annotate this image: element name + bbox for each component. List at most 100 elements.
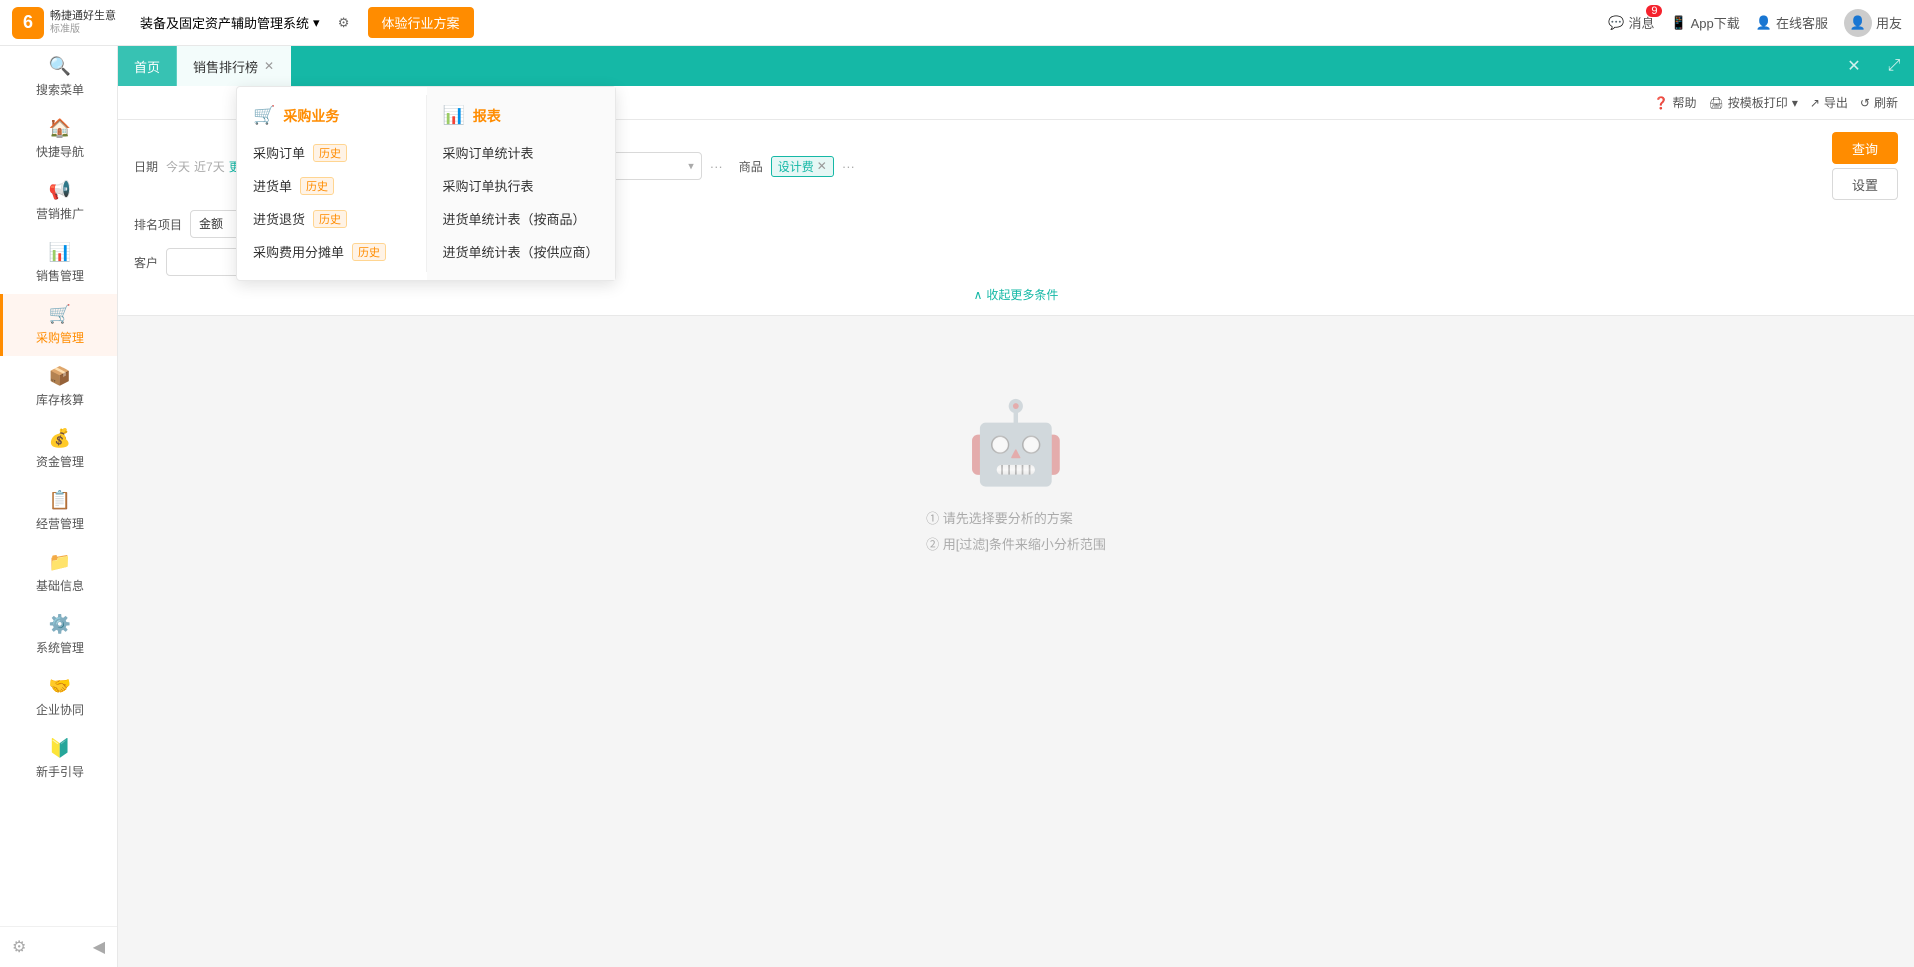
report-col-title: 报表 — [473, 106, 501, 126]
sidebar-item-operations[interactable]: 📋 经营管理 — [0, 480, 117, 542]
sidebar-item-inventory[interactable]: 📦 库存核算 — [0, 356, 117, 418]
user-label: 用友 — [1876, 13, 1902, 32]
search-icon: 🔍 — [49, 56, 71, 77]
phone-icon: 📱 — [1670, 15, 1686, 31]
tab-close-icon[interactable]: ✕ — [264, 59, 274, 73]
purchase-col-title: 采购业务 — [283, 106, 339, 126]
empty-hint: ① 请先选择要分析的方案 ② 用[过滤]条件来缩小分析范围 — [926, 506, 1106, 558]
message-badge: 9 — [1646, 5, 1662, 17]
footer-settings-icon[interactable]: ⚙ — [12, 937, 26, 957]
collapse-btn[interactable]: ∧ 收起更多条件 — [974, 286, 1059, 303]
app-download-btn[interactable]: 📱 App下载 — [1670, 13, 1739, 32]
sidebar-label-quick-nav: 快捷导航 — [36, 143, 84, 160]
guide-icon: 🔰 — [49, 738, 71, 759]
marketing-icon: 📢 — [49, 180, 71, 201]
content-area: 首页 销售排行榜 ✕ ✕ ⤢ 🛒 采购业务 — [118, 46, 1914, 967]
dropdown-item-label: 采购订单统计表 — [443, 143, 534, 162]
system-title-dropdown[interactable]: 装备及固定资产辅助管理系统 ▾ — [140, 13, 320, 32]
sidebar-item-search[interactable]: 🔍 搜索菜单 — [0, 46, 117, 108]
system-title: 装备及固定资产辅助管理系统 — [140, 13, 309, 32]
logo-area: 6 畅捷通好生意 标准版 — [12, 7, 130, 39]
service-icon: 👤 — [1756, 15, 1772, 31]
empty-illustration: 🤖 — [966, 396, 1066, 490]
industry-btn[interactable]: 体验行业方案 — [368, 7, 474, 38]
sidebar-item-system[interactable]: ⚙️ 系统管理 — [0, 604, 117, 666]
dropdown-item-incoming[interactable]: 进货单 历史 — [237, 169, 426, 202]
help-label: 帮助 — [1673, 94, 1697, 111]
history-badge: 历史 — [313, 144, 347, 162]
system-icon: ⚙️ — [49, 614, 71, 635]
dropdown-item-label: 进货退货 — [253, 209, 305, 228]
empty-hint-1: 请先选择要分析的方案 — [943, 511, 1073, 526]
logo-text: 畅捷通好生意 标准版 — [50, 9, 116, 36]
report-col-header: 📊 报表 — [427, 99, 616, 136]
dropdown-item-purchase-order[interactable]: 采购订单 历史 — [237, 136, 426, 169]
tab-close-btn[interactable]: ✕ — [1834, 46, 1874, 86]
tab-expand-btn[interactable]: ⤢ — [1874, 46, 1914, 86]
sidebar-item-quick-nav[interactable]: 🏠 快捷导航 — [0, 108, 117, 170]
dropdown-item-return[interactable]: 进货退货 历史 — [237, 202, 426, 235]
sidebar-label-operations: 经营管理 — [36, 515, 84, 532]
settings-gear-icon[interactable]: ⚙ — [330, 9, 358, 37]
sidebar-item-enterprise[interactable]: 🤝 企业协同 — [0, 666, 117, 728]
sidebar-label-purchase: 采购管理 — [36, 329, 84, 346]
sidebar-item-capital[interactable]: 💰 资金管理 — [0, 418, 117, 480]
dropdown-item-po-stats[interactable]: 采购订单统计表 — [427, 136, 616, 169]
refresh-btn[interactable]: ↺ 刷新 — [1860, 94, 1898, 111]
tab-sales-rank[interactable]: 销售排行榜 ✕ — [177, 46, 291, 86]
print-dropdown-icon: ▾ — [1792, 96, 1798, 110]
sidebar-item-basic-info[interactable]: 📁 基础信息 — [0, 542, 117, 604]
collapse-icon: ∧ — [974, 288, 983, 302]
dropdown-item-po-exec[interactable]: 采购订单执行表 — [427, 169, 616, 202]
print-icon: 🖨 — [1709, 96, 1724, 110]
refresh-label: 刷新 — [1874, 94, 1898, 111]
dropdown-item-incoming-by-supplier[interactable]: 进货单统计表（按供应商） — [427, 235, 616, 268]
set-btn[interactable]: 设置 — [1832, 168, 1898, 200]
dropdown-item-label: 采购订单 — [253, 143, 305, 162]
export-icon: ↗ — [1810, 96, 1820, 110]
footer-collapse-icon[interactable]: ◀ — [93, 937, 105, 957]
print-label: 按模板打印 — [1728, 94, 1788, 111]
print-btn[interactable]: 🖨 按模板打印 ▾ — [1709, 94, 1798, 111]
goods-tag-remove[interactable]: ✕ — [817, 159, 827, 173]
sidebar-item-marketing[interactable]: 📢 营销推广 — [0, 170, 117, 232]
inventory-icon: 📦 — [49, 366, 71, 387]
user-btn[interactable]: 👤 用友 — [1844, 9, 1902, 37]
purchase-col-icon: 🛒 — [253, 105, 275, 126]
home-icon: 🏠 — [49, 118, 71, 139]
sidebar-label-sales: 销售管理 — [36, 267, 84, 284]
tab-home[interactable]: 首页 — [118, 46, 177, 86]
empty-state: 🤖 ① 请先选择要分析的方案 ② 用[过滤]条件来缩小分析范围 — [118, 316, 1914, 638]
report-col-icon: 📊 — [443, 105, 465, 126]
help-icon: ❓ — [1654, 96, 1669, 110]
dropdown-item-label: 进货单统计表（按供应商） — [443, 242, 599, 261]
help-btn[interactable]: ❓ 帮助 — [1654, 94, 1697, 111]
query-btn[interactable]: 查询 — [1832, 132, 1898, 164]
sidebar-label-guide: 新手引导 — [36, 763, 84, 780]
goods-label: 商品 — [739, 158, 763, 175]
date-option-today[interactable]: 今天 — [166, 158, 190, 175]
export-btn[interactable]: ↗ 导出 — [1810, 94, 1848, 111]
sidebar-label-inventory: 库存核算 — [36, 391, 84, 408]
tab-actions: ✕ ⤢ — [1834, 46, 1914, 86]
sidebar-item-guide[interactable]: 🔰 新手引导 — [0, 728, 117, 790]
dropdown-item-label: 进货单统计表（按商品） — [443, 209, 586, 228]
online-service-btn[interactable]: 👤 在线客服 — [1756, 13, 1828, 32]
dropdown-item-label: 采购订单执行表 — [443, 176, 534, 195]
sidebar-item-purchase[interactable]: 🛒 采购管理 — [0, 294, 117, 356]
dropdown-item-incoming-by-goods[interactable]: 进货单统计表（按商品） — [427, 202, 616, 235]
message-btn[interactable]: 💬 消息 9 — [1608, 13, 1654, 32]
date-option-week[interactable]: 近7天 — [194, 158, 225, 175]
sidebar-label-enterprise: 企业协同 — [36, 701, 84, 718]
empty-hint-2: 用[过滤]条件来缩小分析范围 — [943, 537, 1106, 552]
dropdown-item-expense[interactable]: 采购费用分摊单 历史 — [237, 235, 426, 268]
collapse-label: 收起更多条件 — [986, 286, 1058, 303]
goods-ellipsis[interactable]: ··· — [842, 159, 855, 174]
sidebar-label-basic-info: 基础信息 — [36, 577, 84, 594]
doc-status-ellipsis[interactable]: ··· — [710, 159, 723, 174]
purchase-col: 🛒 采购业务 采购订单 历史 进货单 历史 进货退货 — [237, 87, 426, 280]
rank-label: 排名项目 — [134, 216, 182, 233]
sidebar-item-sales[interactable]: 📊 销售管理 — [0, 232, 117, 294]
dropdown-arrow-icon: ▾ — [313, 15, 320, 31]
tab-bar: 首页 销售排行榜 ✕ ✕ ⤢ 🛒 采购业务 — [118, 46, 1914, 86]
